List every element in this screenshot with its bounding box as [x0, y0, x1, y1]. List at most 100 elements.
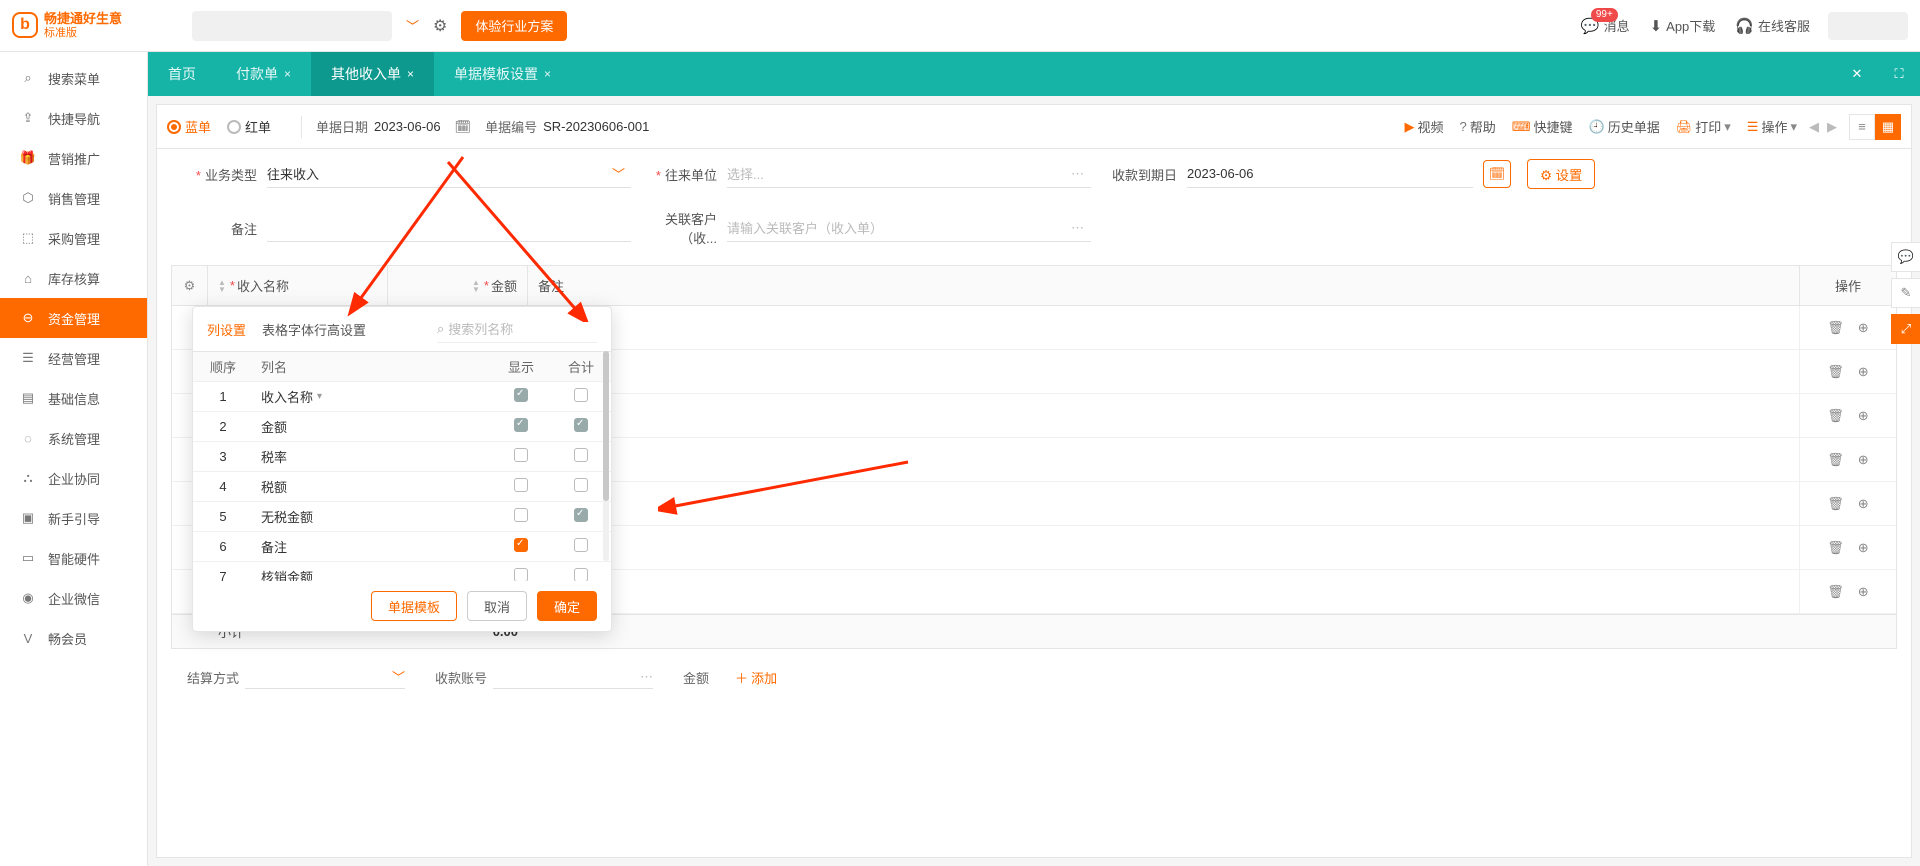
party-select[interactable]: 选择...⋯: [727, 160, 1091, 188]
delete-row-icon[interactable]: 🗑: [1827, 320, 1844, 336]
th-remark[interactable]: 备注: [528, 266, 1800, 305]
column-settings-gear[interactable]: ⚙: [172, 266, 208, 305]
sum-checkbox[interactable]: [574, 568, 588, 581]
sum-checkbox[interactable]: [574, 388, 588, 402]
delete-row-icon[interactable]: 🗑: [1827, 452, 1844, 468]
remark-input[interactable]: [267, 214, 631, 242]
sidebar-item[interactable]: ▭智能硬件: [0, 538, 147, 578]
tab[interactable]: 付款单×: [216, 52, 311, 96]
add-row-icon[interactable]: ⊕: [1858, 320, 1869, 336]
rail-edit-icon[interactable]: ✎: [1891, 278, 1920, 308]
close-icon[interactable]: ×: [544, 67, 551, 81]
print-link[interactable]: 🖨打印▾: [1676, 117, 1731, 136]
org-caret-icon[interactable]: ﹀: [406, 16, 419, 35]
add-row-icon[interactable]: ⊕: [1858, 496, 1869, 512]
add-row-icon[interactable]: ⊕: [1858, 584, 1869, 600]
due-date-input[interactable]: 2023-06-06: [1187, 160, 1473, 188]
settings-button[interactable]: ⚙ 设置: [1527, 159, 1595, 189]
tab-fullscreen[interactable]: ⛶: [1878, 52, 1920, 96]
sidebar-item[interactable]: ☰经营管理: [0, 338, 147, 378]
sidebar-item[interactable]: ⊖资金管理: [0, 298, 147, 338]
radio-red[interactable]: 红单: [227, 117, 271, 136]
pop-scrollbar[interactable]: [603, 351, 609, 561]
template-button[interactable]: 单据模板: [371, 591, 457, 621]
user-avatar[interactable]: [1828, 12, 1908, 40]
add-settlement-button[interactable]: ＋添加: [735, 668, 777, 687]
add-row-icon[interactable]: ⊕: [1858, 364, 1869, 380]
paymode-select[interactable]: ﹀: [245, 665, 405, 689]
prev-doc[interactable]: ◀: [1809, 119, 1819, 135]
th-name[interactable]: ▲▼*收入名称: [208, 266, 388, 305]
add-row-icon[interactable]: ⊕: [1858, 408, 1869, 424]
settings-icon[interactable]: ⚙: [433, 16, 447, 36]
display-checkbox[interactable]: [514, 388, 528, 402]
delete-row-icon[interactable]: 🗑: [1827, 540, 1844, 556]
add-row-icon[interactable]: ⊕: [1858, 452, 1869, 468]
delete-row-icon[interactable]: 🗑: [1827, 364, 1844, 380]
sidebar: ⌕搜索菜单⇪快捷导航🎁营销推广⬡销售管理⬚采购管理⌂库存核算⊖资金管理☰经营管理…: [0, 52, 148, 866]
pop-search-input[interactable]: ⌕ 搜索列名称: [437, 315, 597, 343]
radio-blue[interactable]: 蓝单: [167, 117, 211, 136]
add-row-icon[interactable]: ⊕: [1858, 540, 1869, 556]
pop-th-sum: 合计: [551, 357, 611, 376]
sum-checkbox[interactable]: [574, 538, 588, 552]
cta-button[interactable]: 体验行业方案: [461, 11, 567, 41]
pop-tab-font[interactable]: 表格字体行高设置: [262, 320, 366, 339]
biz-type-select[interactable]: 往来收入﹀: [267, 160, 631, 188]
display-checkbox[interactable]: [514, 538, 528, 552]
calendar-icon[interactable]: 🗓: [455, 119, 472, 135]
shortcut-link[interactable]: ⌨快捷键: [1512, 117, 1573, 136]
pop-tab-columns[interactable]: 列设置: [207, 320, 246, 339]
doc-date-value[interactable]: 2023-06-06: [374, 119, 441, 134]
messages-link[interactable]: 💬 消息 99+: [1581, 16, 1630, 35]
tab[interactable]: 单据模板设置×: [434, 52, 571, 96]
display-checkbox[interactable]: [514, 478, 528, 492]
sidebar-item[interactable]: ⛬企业协同: [0, 458, 147, 498]
sidebar-item[interactable]: ◉企业微信: [0, 578, 147, 618]
delete-row-icon[interactable]: 🗑: [1827, 496, 1844, 512]
sidebar-item[interactable]: ⇪快捷导航: [0, 98, 147, 138]
confirm-button[interactable]: 确定: [537, 591, 597, 621]
account-select[interactable]: ⋯: [493, 665, 653, 689]
org-selector[interactable]: [192, 11, 392, 41]
sidebar-item[interactable]: ⬚采购管理: [0, 218, 147, 258]
tab-close-all[interactable]: ✕: [1836, 52, 1878, 96]
tab[interactable]: 其他收入单×: [311, 52, 434, 96]
sidebar-item[interactable]: V畅会员: [0, 618, 147, 658]
video-link[interactable]: ▶视频: [1404, 117, 1443, 136]
sidebar-item[interactable]: ▣新手引导: [0, 498, 147, 538]
display-checkbox[interactable]: [514, 418, 528, 432]
support-link[interactable]: 🎧 在线客服: [1735, 16, 1810, 35]
sidebar-item[interactable]: ▤基础信息: [0, 378, 147, 418]
close-icon[interactable]: ×: [284, 67, 291, 81]
related-customer-input[interactable]: 请输入关联客户（收入单）⋯: [727, 214, 1091, 242]
sum-checkbox[interactable]: [574, 418, 588, 432]
delete-row-icon[interactable]: 🗑: [1827, 408, 1844, 424]
help-link[interactable]: ?帮助: [1460, 117, 1496, 136]
rail-chat-icon[interactable]: 💬: [1891, 242, 1920, 272]
history-link[interactable]: 🕘历史单据: [1589, 117, 1660, 136]
view-list[interactable]: ≡: [1849, 114, 1875, 140]
tab[interactable]: 首页: [148, 52, 216, 96]
sidebar-item[interactable]: ◌系统管理: [0, 418, 147, 458]
sidebar-item[interactable]: ⬡销售管理: [0, 178, 147, 218]
delete-row-icon[interactable]: 🗑: [1827, 584, 1844, 600]
rail-expand-icon[interactable]: ⤢: [1891, 314, 1920, 344]
sidebar-item[interactable]: ⌂库存核算: [0, 258, 147, 298]
view-card[interactable]: ▦: [1875, 114, 1901, 140]
sum-checkbox[interactable]: [574, 448, 588, 462]
display-checkbox[interactable]: [514, 568, 528, 581]
sum-checkbox[interactable]: [574, 478, 588, 492]
next-doc[interactable]: ▶: [1827, 119, 1837, 135]
calendar-button[interactable]: 🗓: [1483, 160, 1511, 188]
sidebar-item[interactable]: 🎁营销推广: [0, 138, 147, 178]
display-checkbox[interactable]: [514, 508, 528, 522]
app-download-link[interactable]: ⬇ App下载: [1650, 16, 1716, 35]
sidebar-item[interactable]: ⌕搜索菜单: [0, 58, 147, 98]
cancel-button[interactable]: 取消: [467, 591, 527, 621]
ops-link[interactable]: ☰操作▾: [1747, 117, 1797, 136]
display-checkbox[interactable]: [514, 448, 528, 462]
th-amount[interactable]: ▲▼*金额: [388, 266, 528, 305]
close-icon[interactable]: ×: [407, 67, 414, 81]
sum-checkbox[interactable]: [574, 508, 588, 522]
